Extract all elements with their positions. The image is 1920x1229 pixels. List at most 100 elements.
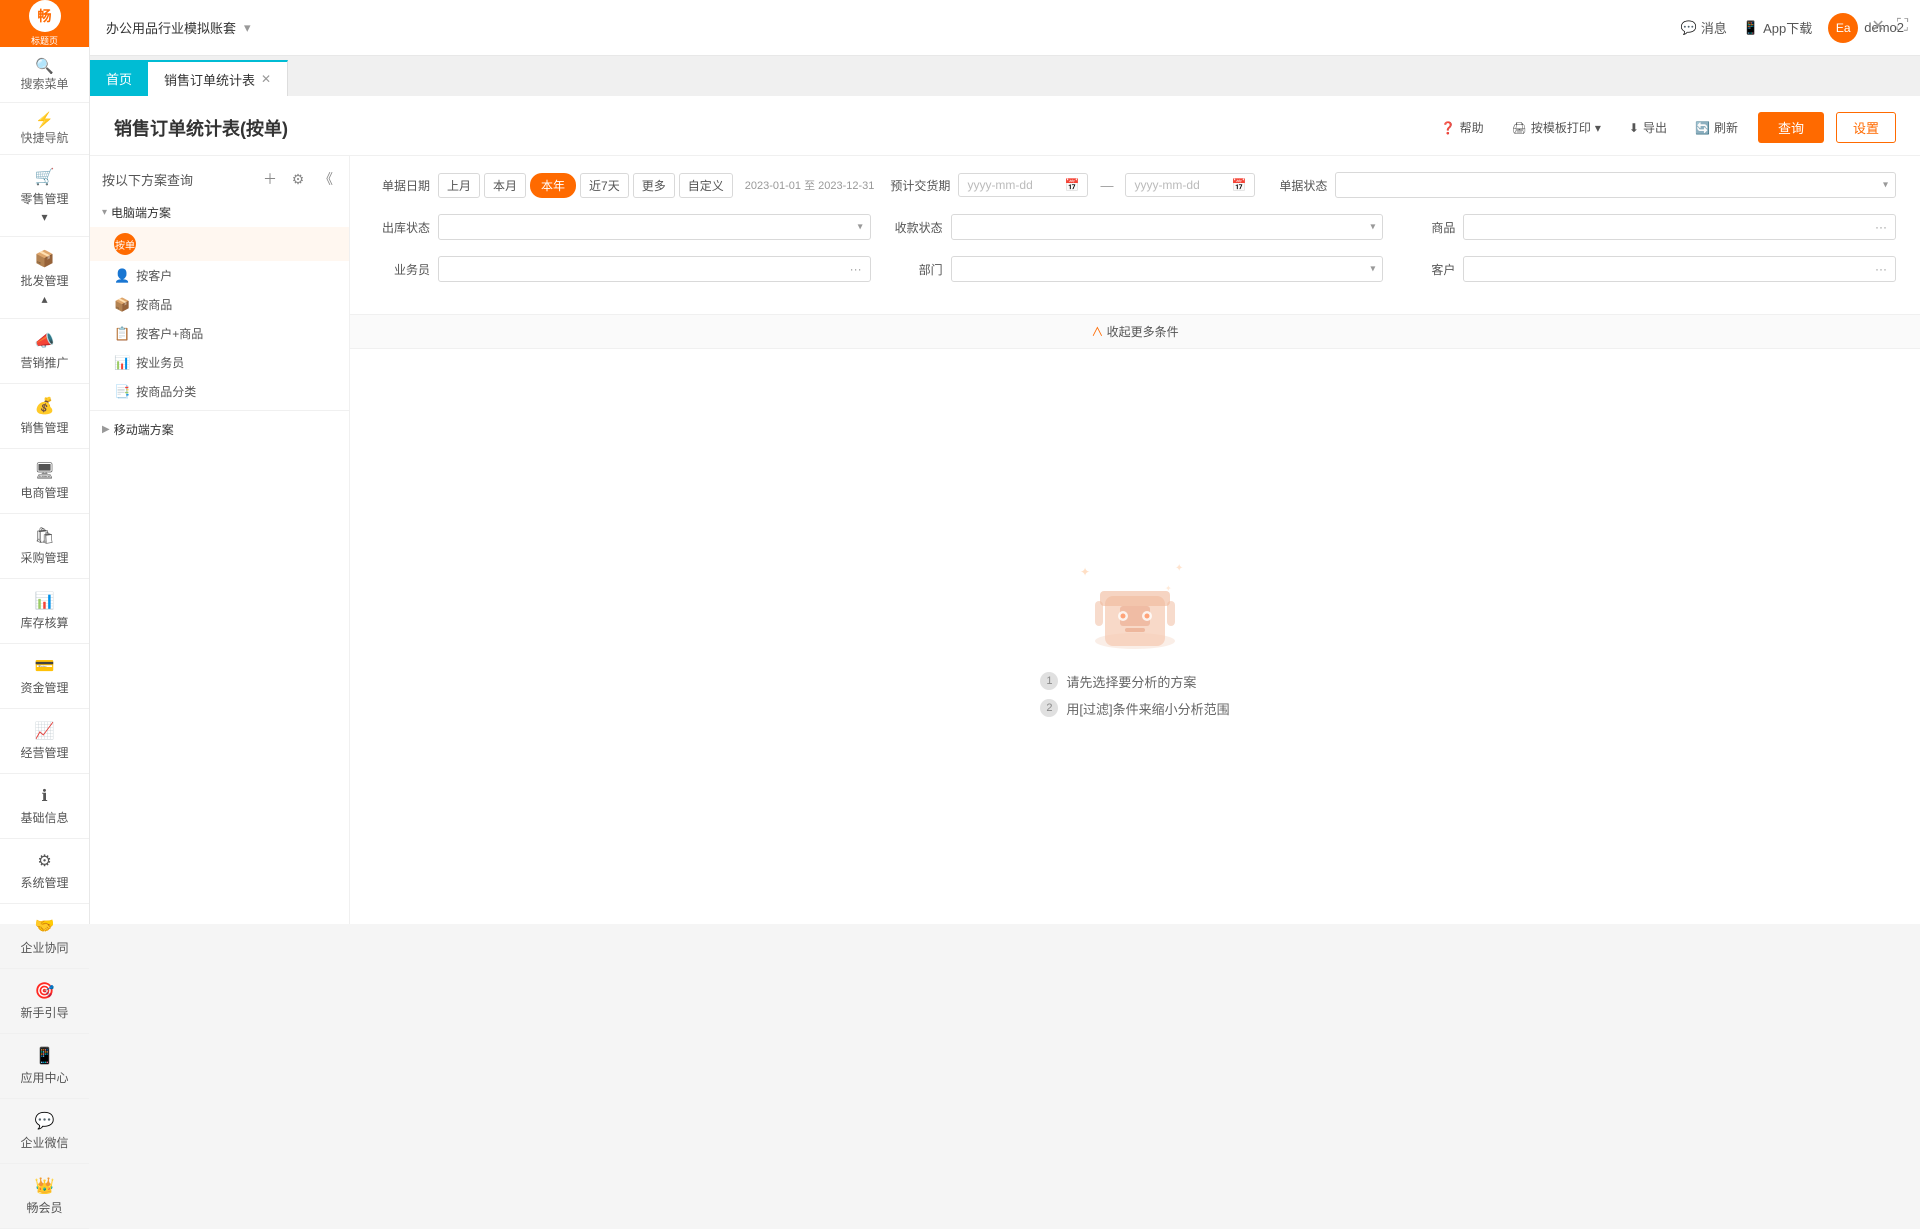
tree-item-by-goods-category[interactable]: 📑 按商品分类: [90, 377, 349, 406]
goods-more-icon: ···: [1875, 220, 1887, 234]
date-dash: —: [1096, 178, 1117, 193]
tab-sales-order-stats[interactable]: 销售订单统计表 ✕: [148, 60, 288, 96]
message-button[interactable]: 💬 消息: [1681, 18, 1727, 37]
tree-item-by-goods[interactable]: 📦 按商品: [90, 290, 349, 319]
date-btn-custom[interactable]: 自定义: [679, 173, 733, 198]
wholesale-icon: 📦: [35, 249, 55, 269]
by-salesman-icon: 📊: [114, 355, 130, 371]
maximize-icon[interactable]: ⛶: [1897, 17, 1908, 35]
date-btn-last-7[interactable]: 近7天: [580, 173, 629, 198]
tree-collapsed-icon: ▶: [102, 424, 110, 435]
close-tab-icon[interactable]: ✕: [1871, 16, 1884, 36]
window-controls: ✕ ⛶: [1859, 0, 1920, 52]
content-wrapper: 按以下方案查询 ＋ ⚙ 《 ▾ 电脑端方案 按单: [90, 156, 1920, 924]
export-button[interactable]: ⬇ 导出: [1621, 115, 1675, 140]
sidebar-item-app-center[interactable]: 📱 应用中心: [0, 1034, 89, 1099]
svg-text:✦: ✦: [1175, 563, 1183, 574]
goods-input[interactable]: ···: [1463, 214, 1896, 240]
salesman-more-icon: ···: [850, 262, 862, 276]
svg-text:✦: ✦: [1080, 565, 1090, 579]
sidebar-item-enterprise[interactable]: 🤝 企业协同: [0, 904, 89, 969]
empty-tip-2: 2 用[过滤]条件来缩小分析范围: [1040, 699, 1229, 718]
tree-item-by-customer[interactable]: 👤 按客户: [90, 261, 349, 290]
sidebar-item-finance[interactable]: 💳 资金管理: [0, 644, 89, 709]
date-btn-last-month[interactable]: 上月: [438, 173, 480, 198]
expected-date-start-input[interactable]: yyyy-mm-dd 📅: [958, 173, 1088, 197]
customer-group: 客户 ···: [1399, 256, 1896, 282]
sidebar-item-sales[interactable]: 💰 销售管理: [0, 384, 89, 449]
sidebar-item-membership[interactable]: 👑 畅会员: [0, 1164, 89, 1229]
by-goods-category-icon: 📑: [114, 384, 130, 400]
ship-status-select[interactable]: [438, 214, 871, 240]
refresh-button[interactable]: 🔄 刷新: [1687, 115, 1746, 140]
app-logo[interactable]: 畅 标题页: [0, 0, 89, 47]
add-scheme-button[interactable]: ＋: [259, 168, 281, 190]
sidebar-item-marketing[interactable]: 📣 营销推广: [0, 319, 89, 384]
sidebar-item-enterprise-wechat[interactable]: 💬 企业微信: [0, 1099, 89, 1164]
date-filter-group: 单据日期 上月 本月 本年 近7天 更多 自定义 2023-01-01 至 20…: [374, 173, 874, 198]
sales-icon: 💰: [35, 396, 55, 416]
tree-item-by-salesman[interactable]: 📊 按业务员: [90, 348, 349, 377]
date-btn-this-month[interactable]: 本月: [484, 173, 526, 198]
customer-label: 客户: [1399, 261, 1455, 278]
doc-status-group: 单据状态: [1271, 172, 1896, 198]
enterprise-wechat-icon: 💬: [35, 1111, 55, 1131]
tabbar: 首页 销售订单统计表 ✕: [90, 56, 1920, 96]
settings-button[interactable]: 设置: [1836, 112, 1896, 143]
dropdown-arrow-icon[interactable]: ▾: [244, 20, 251, 36]
payment-status-select[interactable]: [951, 214, 1384, 240]
filter-area: 单据日期 上月 本月 本年 近7天 更多 自定义 2023-01-01 至 20…: [350, 156, 1920, 314]
query-button[interactable]: 查询: [1758, 112, 1824, 143]
sidebar: 畅 标题页 🔍 搜索菜单 ⚡ 快捷导航 🛒 零售管理 ▾ 📦 批发管理 ▴ 📣 …: [0, 0, 90, 924]
doc-status-select[interactable]: [1335, 172, 1896, 198]
sidebar-item-retail[interactable]: 🛒 零售管理 ▾: [0, 155, 89, 237]
sidebar-item-basic[interactable]: ℹ 基础信息: [0, 774, 89, 839]
sidebar-item-wholesale[interactable]: 📦 批发管理 ▴: [0, 237, 89, 319]
tree-parent-mobile[interactable]: ▶ 移动端方案: [90, 415, 349, 444]
empty-tips: 1 请先选择要分析的方案 2 用[过滤]条件来缩小分析范围: [1040, 672, 1229, 718]
sidebar-membership-label: 畅会员: [26, 1199, 62, 1216]
date-btn-this-year[interactable]: 本年: [530, 173, 576, 198]
settings-scheme-button[interactable]: ⚙: [287, 168, 309, 190]
svg-text:✦: ✦: [1165, 584, 1172, 593]
sidebar-item-operation[interactable]: 📈 经营管理: [0, 709, 89, 774]
customer-input[interactable]: ···: [1463, 256, 1896, 282]
date-btn-more[interactable]: 更多: [633, 173, 675, 198]
collapse-bar[interactable]: ∧ 收起更多条件: [350, 314, 1920, 349]
operation-icon: 📈: [35, 721, 55, 741]
sidebar-item-ecom[interactable]: 🖥 电商管理: [0, 449, 89, 514]
help-icon: ❓: [1441, 121, 1456, 135]
tree-item-by-order[interactable]: 按单: [90, 227, 349, 261]
help-button[interactable]: ❓ 帮助: [1433, 115, 1492, 140]
membership-icon: 👑: [35, 1176, 55, 1196]
sidebar-item-search[interactable]: 🔍 搜索菜单: [0, 47, 89, 103]
avatar: Ea: [1828, 13, 1858, 43]
template-print-button[interactable]: 🖨 按模板打印 ▾: [1504, 115, 1609, 140]
dept-select[interactable]: [951, 256, 1384, 282]
sidebar-item-inventory[interactable]: 📊 库存核算: [0, 579, 89, 644]
collapse-panel-button[interactable]: 《: [315, 168, 337, 190]
sidebar-item-quick-nav[interactable]: ⚡ 快捷导航: [0, 103, 89, 155]
salesman-group: 业务员 ···: [374, 256, 871, 282]
app-download-label: App下载: [1763, 18, 1812, 37]
sidebar-item-purchase[interactable]: 🛍 采购管理: [0, 514, 89, 579]
tree-parent-pc[interactable]: ▾ 电脑端方案: [90, 198, 349, 227]
tree-item-by-customer-goods[interactable]: 📋 按客户+商品: [90, 319, 349, 348]
salesman-input[interactable]: ···: [438, 256, 871, 282]
ship-status-select-wrap: [438, 214, 871, 240]
sidebar-enterprise-wechat-label: 企业微信: [20, 1134, 68, 1151]
left-panel-header: 按以下方案查询 ＋ ⚙ 《: [90, 168, 349, 198]
tab-home[interactable]: 首页: [90, 60, 148, 96]
sidebar-item-system[interactable]: ⚙ 系统管理: [0, 839, 89, 904]
goods-label: 商品: [1399, 219, 1455, 236]
tab-close-icon[interactable]: ✕: [261, 72, 271, 86]
topbar: 办公用品行业模拟账套 ▾ 💬 消息 📱 App下载 Ea demo2 ✕ ⛶: [90, 0, 1920, 56]
doc-status-label: 单据状态: [1271, 177, 1327, 194]
dept-label: 部门: [887, 261, 943, 278]
sidebar-purchase-label: 采购管理: [20, 549, 68, 566]
by-customer-icon: 👤: [114, 268, 130, 284]
ship-status-group: 出库状态: [374, 214, 871, 240]
sidebar-item-newbie[interactable]: 🎯 新手引导: [0, 969, 89, 1034]
app-download-button[interactable]: 📱 App下载: [1743, 18, 1812, 37]
expected-date-end-input[interactable]: yyyy-mm-dd 📅: [1125, 173, 1255, 197]
